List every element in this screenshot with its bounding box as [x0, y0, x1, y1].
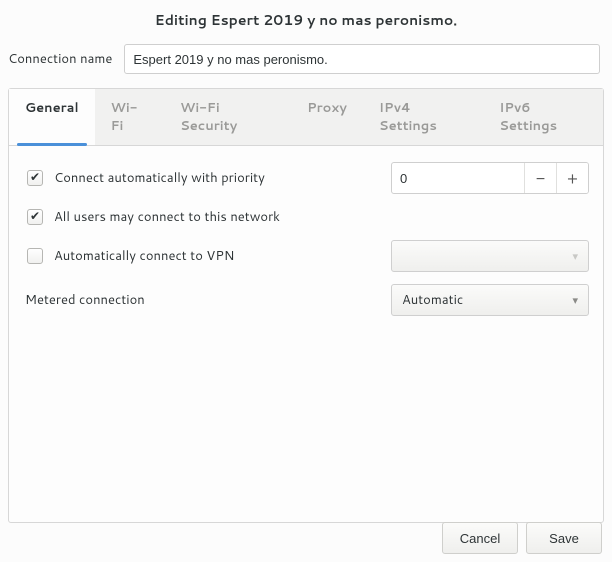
priority-spin-decrement[interactable]: −	[524, 163, 556, 193]
all-users-label: All users may connect to this network	[54, 208, 280, 226]
tab-bar: General Wi-Fi Wi-Fi Security Proxy IPv4 …	[9, 89, 603, 146]
plus-icon: +	[567, 167, 578, 190]
auto-vpn-combo: ▾	[391, 240, 589, 272]
tab-wifi[interactable]: Wi-Fi	[95, 89, 165, 145]
tab-proxy[interactable]: Proxy	[291, 89, 363, 145]
metered-combo-value: Automatic	[402, 291, 463, 309]
cancel-button[interactable]: Cancel	[442, 522, 518, 554]
dialog-footer: Cancel Save	[442, 522, 602, 554]
auto-vpn-row[interactable]: Automatically connect to VPN	[23, 245, 377, 267]
connection-name-label: Connection name	[6, 50, 124, 68]
connect-auto-label: Connect automatically with priority	[54, 169, 265, 187]
chevron-down-icon: ▾	[572, 292, 578, 308]
priority-spin[interactable]: − +	[391, 162, 589, 194]
all-users-checkbox[interactable]	[27, 209, 43, 225]
window-title: Editing Espert 2019 y no mas peronismo.	[0, 0, 612, 40]
metered-label: Metered connection	[23, 291, 377, 309]
all-users-row[interactable]: All users may connect to this network	[23, 206, 589, 228]
tab-ipv6-settings[interactable]: IPv6 Settings	[483, 89, 603, 145]
connection-name-row: Connection name	[0, 40, 612, 84]
minus-icon: −	[536, 167, 545, 190]
connect-auto-checkbox[interactable]	[27, 170, 43, 186]
chevron-down-icon: ▾	[572, 248, 578, 264]
tab-wifi-security[interactable]: Wi-Fi Security	[164, 89, 291, 145]
priority-spin-increment[interactable]: +	[556, 163, 588, 193]
auto-vpn-checkbox[interactable]	[27, 248, 43, 264]
tab-general[interactable]: General	[9, 89, 95, 145]
priority-spin-value[interactable]	[392, 163, 524, 193]
settings-notebook: General Wi-Fi Wi-Fi Security Proxy IPv4 …	[8, 88, 604, 523]
connect-auto-row[interactable]: Connect automatically with priority	[23, 167, 377, 189]
save-button[interactable]: Save	[526, 522, 602, 554]
connection-name-input[interactable]	[124, 44, 600, 74]
tab-ipv4-settings[interactable]: IPv4 Settings	[363, 89, 483, 145]
metered-combo[interactable]: Automatic ▾	[391, 284, 589, 316]
auto-vpn-label: Automatically connect to VPN	[54, 247, 234, 265]
tab-content-general: Connect automatically with priority − + …	[9, 146, 603, 522]
